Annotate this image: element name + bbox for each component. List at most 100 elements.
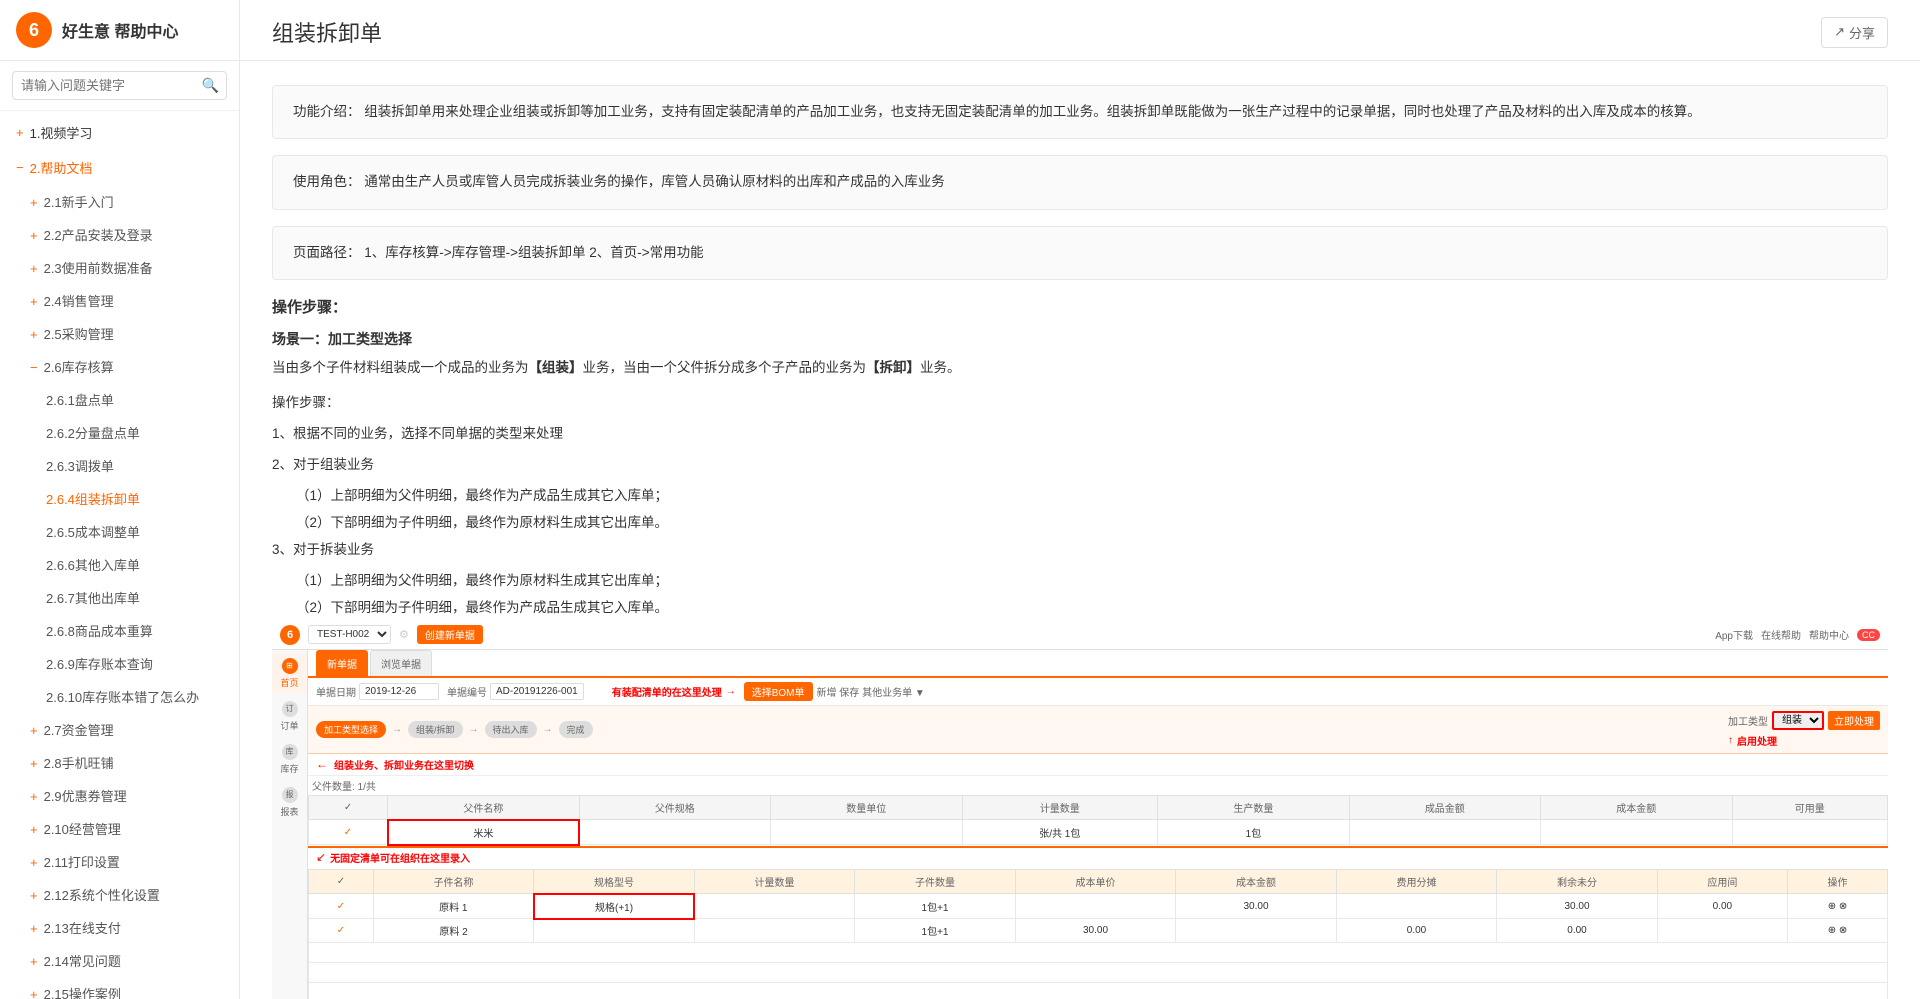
steps-heading: 操作步骤： <box>272 296 1888 317</box>
ss-upper-table-cols-label: 父件数量: 1/共 <box>312 778 376 793</box>
ss-upper-table-scroll[interactable]: ✓ 父件名称 父件规格 数量单位 计量数量 生产数量 成品金额 成本金额 <box>308 795 1888 846</box>
sidebar-item-26[interactable]: −2.6库存核算 <box>0 350 239 383</box>
cell-mq: 张/共 1包 <box>962 820 1158 845</box>
sidebar-item-video[interactable]: + 1.视频学习 <box>0 115 239 150</box>
screenshot-area: 6 TEST-H002 ⚙ 创建新单据 App下载 在线帮助 帮助中心 CC <box>272 621 1888 999</box>
ss-step-4: 完成 <box>559 721 593 738</box>
sidebar-item-25[interactable]: +2.5采购管理 <box>0 317 239 350</box>
step3-sub1: （1）上部明细为父件明细，最终作为原材料生成其它出库单； <box>272 567 1888 594</box>
ss-toolbar: 单据日期 2019-12-26 单据编号 AD-20191226-001 有装配… <box>308 678 1888 706</box>
ss-type-select[interactable]: 组装 拆卸 <box>1772 711 1824 730</box>
steps-heading2: 操作步骤： <box>272 389 1888 416</box>
ss-left-arrow2: ← <box>316 757 328 771</box>
ss-topbar-left: 6 TEST-H002 ⚙ 创建新单据 <box>280 625 483 645</box>
sidebar-item-269[interactable]: 2.6.9库存账本查询 <box>0 647 239 680</box>
cell-check: ✓ <box>309 820 388 845</box>
role-block: 使用角色： 通常由生产人员或库管人员完成拆装业务的操作，库管人员确认原材料的出库… <box>272 155 1888 209</box>
plus-icon: + <box>30 855 38 870</box>
plus-icon: + <box>30 789 38 804</box>
ss-lower-table-scroll[interactable]: ✓ 子件名称 规格型号 计量数量 子件数量 成本单价 成本金额 费用分摊 <box>308 867 1888 999</box>
share-button[interactable]: ↗ 分享 <box>1821 17 1888 48</box>
sidebar-item-28[interactable]: +2.8手机旺铺 <box>0 746 239 779</box>
plus-icon: + <box>30 756 38 771</box>
sidebar-item-27[interactable]: +2.7资金管理 <box>0 713 239 746</box>
lcell-remain2: 0.00 <box>1497 919 1658 943</box>
ss-new-order-btn[interactable]: 创建新单据 <box>417 625 483 644</box>
sidebar-item-263[interactable]: 2.6.3调拨单 <box>0 449 239 482</box>
ss-annotation4-bar: ↙ 无固定清单可在组织在这里录入 <box>308 848 1888 867</box>
sidebar-item-268[interactable]: 2.6.8商品成本重算 <box>0 614 239 647</box>
ss-confirm-btn[interactable]: 立即处理 <box>1828 711 1880 730</box>
lcol-cost-amt: 成本金额 <box>1176 869 1337 894</box>
lcol-ops: 操作 <box>1787 869 1887 894</box>
lcell-qty1: 1包+1 <box>855 894 1016 919</box>
ss-app-tip: App下载 <box>1715 627 1753 642</box>
ss-tab-browse[interactable]: 浏览单据 <box>370 650 432 676</box>
col-parent-name: 父件名称 <box>388 795 579 820</box>
main-header: 组装拆卸单 ↗ 分享 <box>240 0 1920 61</box>
ss-order-dot: 订 <box>282 701 298 717</box>
sidebar-item-2610[interactable]: 2.6.10库存账本错了怎么办 <box>0 680 239 713</box>
sidebar-item-261[interactable]: 2.6.1盘点单 <box>0 383 239 416</box>
scene1-label: 场景一：加工类型选择 <box>272 329 1888 349</box>
ss-nav-home[interactable]: ⊞ 首页 <box>272 654 307 693</box>
ss-leftnav: ⊞ 首页 订 订单 库 库存 报 报表 <box>272 650 308 999</box>
step2: 2、对于组装业务 <box>272 451 1888 478</box>
ss-lower-table: ✓ 子件名称 规格型号 计量数量 子件数量 成本单价 成本金额 费用分摊 <box>308 869 1888 999</box>
sidebar-item-213[interactable]: +2.13在线支付 <box>0 911 239 944</box>
lcell-spec1: 规格(+1) <box>534 894 695 919</box>
search-area: 🔍 <box>0 61 239 111</box>
ss-nav-stock[interactable]: 库 库存 <box>272 740 307 779</box>
sidebar-item-21[interactable]: +2.1新手入门 <box>0 185 239 218</box>
ss-lower-table-body: ✓ 原料 1 规格(+1) 1包+1 30.00 <box>309 894 1888 999</box>
ss-nav-report[interactable]: 报 报表 <box>272 783 307 822</box>
sidebar-item-29[interactable]: +2.9优惠券管理 <box>0 779 239 812</box>
ss-annotation-area: 有装配清单的在这里处理 → 选择BOM单 新增 保存 其他业务单 ▼ <box>592 682 1880 701</box>
cell-name: 米米 <box>388 820 579 845</box>
share-icon: ↗ <box>1834 24 1845 40</box>
sidebar-item-24[interactable]: +2.4销售管理 <box>0 284 239 317</box>
table-row <box>309 943 1888 963</box>
col-check: ✓ <box>309 795 388 820</box>
lcell-cp2: 30.00 <box>1015 919 1176 943</box>
lcell-apply1: 0.00 <box>1657 894 1787 919</box>
search-input[interactable] <box>12 71 227 100</box>
lcol-name: 子件名称 <box>373 869 534 894</box>
ss-nav-order[interactable]: 订 订单 <box>272 697 307 736</box>
ss-tab-new[interactable]: 新单据 <box>316 650 368 676</box>
path-text: 1、库存核算->库存管理->组装拆卸单 2、首页->常用功能 <box>364 245 703 260</box>
sidebar-item-22[interactable]: +2.2产品安装及登录 <box>0 218 239 251</box>
sidebar-item-267[interactable]: 2.6.7其他出库单 <box>0 581 239 614</box>
ss-choose-bom-btn[interactable]: 选择BOM单 <box>744 682 813 701</box>
sidebar-item-214[interactable]: +2.14常见问题 <box>0 944 239 977</box>
step2-sub2: （2）下部明细为子件明细，最终作为原材料生成其它出库单。 <box>272 509 1888 536</box>
sidebar-item-23[interactable]: +2.3使用前数据准备 <box>0 251 239 284</box>
ss-store-select[interactable]: TEST-H002 <box>308 625 391 644</box>
sidebar-item-210[interactable]: +2.10经营管理 <box>0 812 239 845</box>
ss-type-label: 加工类型 <box>1728 713 1768 728</box>
ss-content: 新单据 浏览单据 单据日期 2019-12-26 单据编号 AD-2019 <box>308 650 1888 999</box>
ss-process-form: 加工类型 组装 拆卸 立即处理 <box>1728 711 1880 730</box>
scene1-desc: 当由多个子件材料组装成一个成品的业务为【组装】业务，当由一个父件拆分成多个子产品… <box>272 355 1888 381</box>
empty-row3 <box>309 943 1888 963</box>
ss-process-steps: 加工类型选择 → 组装/拆卸 → 待出入库 → 完成 <box>316 721 1718 738</box>
sidebar-item-212[interactable]: +2.12系统个性化设置 <box>0 878 239 911</box>
sidebar-item-264[interactable]: 2.6.4组装拆卸单 <box>0 482 239 515</box>
ss-process-area: 加工类型选择 → 组装/拆卸 → 待出入库 → 完成 <box>308 706 1888 754</box>
sidebar-item-211[interactable]: +2.11打印设置 <box>0 845 239 878</box>
ss-order-value[interactable]: AD-20191226-001 <box>490 683 584 700</box>
sidebar-item-215[interactable]: +2.15操作案例 <box>0 977 239 999</box>
lcell-check: ✓ <box>309 894 374 919</box>
ss-arrow-proc3: → <box>543 724 553 735</box>
sidebar-item-docs[interactable]: − 2.帮助文档 <box>0 150 239 185</box>
ss-date-value[interactable]: 2019-12-26 <box>359 683 439 700</box>
sidebar-item-265[interactable]: 2.6.5成本调整单 <box>0 515 239 548</box>
ss-topbar-spacer: ⚙ <box>399 628 409 641</box>
ss-order-label: 单据编号 <box>447 684 487 699</box>
page-title: 组装拆卸单 <box>272 16 382 48</box>
ss-lower-table-head: ✓ 子件名称 规格型号 计量数量 子件数量 成本单价 成本金额 费用分摊 <box>309 869 1888 894</box>
sidebar-item-266[interactable]: 2.6.6其他入库单 <box>0 548 239 581</box>
sidebar-item-262[interactable]: 2.6.2分量盘点单 <box>0 416 239 449</box>
ss-order-field: 单据编号 AD-20191226-001 <box>447 683 584 700</box>
plus-icon: + <box>16 125 24 140</box>
